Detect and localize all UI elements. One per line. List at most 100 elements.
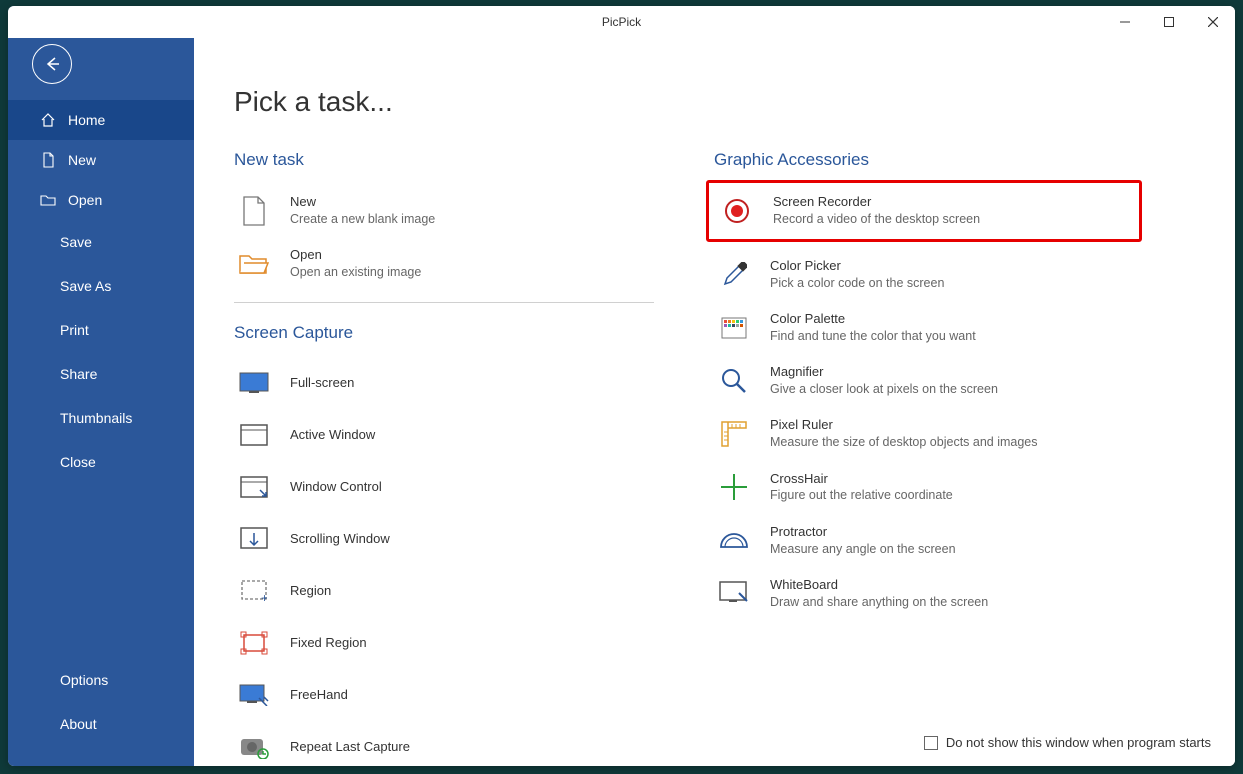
sidebar-item-share[interactable]: Share: [8, 352, 194, 396]
task-label: Full-screen: [290, 375, 354, 390]
sidebar-item-close[interactable]: Close: [8, 440, 194, 484]
open-folder-icon: [238, 248, 270, 280]
sidebar-item-about[interactable]: About: [8, 702, 194, 746]
magnifier-icon: [718, 365, 750, 397]
task-label: WhiteBoard: [770, 577, 988, 594]
eyedropper-icon: [718, 259, 750, 291]
scrolling-window-icon: [238, 523, 270, 555]
task-crosshair[interactable]: CrossHair Figure out the relative coordi…: [714, 461, 1134, 514]
protractor-icon: [718, 524, 750, 556]
sidebar-item-save-as[interactable]: Save As: [8, 264, 194, 308]
task-sublabel: Give a closer look at pixels on the scre…: [770, 381, 998, 397]
checkbox-label: Do not show this window when program sta…: [946, 735, 1211, 750]
task-label: Region: [290, 583, 331, 598]
task-label: FreeHand: [290, 687, 348, 702]
checkbox-icon: [924, 736, 938, 750]
task-label: Window Control: [290, 479, 382, 494]
task-sublabel: Record a video of the desktop screen: [773, 211, 980, 227]
task-whiteboard[interactable]: WhiteBoard Draw and share anything on th…: [714, 567, 1134, 620]
task-region[interactable]: + Region: [234, 565, 654, 617]
page-title: Pick a task...: [234, 86, 1215, 118]
sidebar-item-label: Open: [68, 192, 102, 208]
sidebar-item-label: Home: [68, 112, 105, 128]
task-color-palette[interactable]: Color Palette Find and tune the color th…: [714, 301, 1134, 354]
sidebar: Home New Open Save Save As Print Share T…: [8, 6, 194, 766]
ruler-icon: [718, 418, 750, 450]
close-button[interactable]: [1191, 6, 1235, 38]
task-window-control[interactable]: Window Control: [234, 461, 654, 513]
task-freehand[interactable]: FreeHand: [234, 669, 654, 721]
region-icon: +: [238, 575, 270, 607]
record-icon: [721, 195, 753, 227]
task-active-window[interactable]: Active Window: [234, 409, 654, 461]
home-icon: [40, 112, 56, 128]
freehand-icon: [238, 679, 270, 711]
task-fixed-region[interactable]: Fixed Region: [234, 617, 654, 669]
sidebar-item-label: Save As: [60, 278, 111, 294]
task-label: Pixel Ruler: [770, 417, 1038, 434]
sidebar-item-label: About: [60, 716, 97, 732]
task-scrolling-window[interactable]: Scrolling Window: [234, 513, 654, 565]
task-label: Repeat Last Capture: [290, 739, 410, 754]
new-file-icon: [238, 195, 270, 227]
task-sublabel: Pick a color code on the screen: [770, 275, 944, 291]
arrow-left-icon: [43, 55, 61, 73]
section-title-graphic-accessories: Graphic Accessories: [714, 150, 1134, 170]
task-open[interactable]: Open Open an existing image: [234, 237, 654, 290]
window-control-icon: [238, 471, 270, 503]
minimize-button[interactable]: [1103, 6, 1147, 38]
task-label: Protractor: [770, 524, 956, 541]
svg-text:+: +: [261, 591, 267, 602]
task-magnifier[interactable]: Magnifier Give a closer look at pixels o…: [714, 354, 1134, 407]
task-label: Screen Recorder: [773, 194, 980, 211]
task-label: Active Window: [290, 427, 375, 442]
open-folder-icon: [40, 192, 56, 208]
whiteboard-icon: [718, 577, 750, 609]
task-new[interactable]: New Create a new blank image: [234, 184, 654, 237]
new-file-icon: [40, 152, 56, 168]
task-fullscreen[interactable]: Full-screen: [234, 357, 654, 409]
task-sublabel: Find and tune the color that you want: [770, 328, 976, 344]
task-protractor[interactable]: Protractor Measure any angle on the scre…: [714, 514, 1134, 567]
do-not-show-checkbox[interactable]: Do not show this window when program sta…: [924, 735, 1211, 750]
fixed-region-icon: [238, 627, 270, 659]
task-sublabel: Open an existing image: [290, 264, 421, 280]
palette-icon: [718, 312, 750, 344]
task-sublabel: Draw and share anything on the screen: [770, 594, 988, 610]
task-label: Scrolling Window: [290, 531, 390, 546]
fullscreen-icon: [238, 367, 270, 399]
task-label: Color Picker: [770, 258, 944, 275]
task-pixel-ruler[interactable]: Pixel Ruler Measure the size of desktop …: [714, 407, 1134, 460]
section-title-screen-capture: Screen Capture: [234, 323, 654, 343]
sidebar-item-thumbnails[interactable]: Thumbnails: [8, 396, 194, 440]
sidebar-item-label: Options: [60, 672, 108, 688]
sidebar-item-home[interactable]: Home: [8, 100, 194, 140]
task-repeat-last-capture[interactable]: Repeat Last Capture: [234, 721, 654, 766]
task-label: Color Palette: [770, 311, 976, 328]
sidebar-item-print[interactable]: Print: [8, 308, 194, 352]
task-color-picker[interactable]: Color Picker Pick a color code on the sc…: [714, 248, 1134, 301]
sidebar-item-new[interactable]: New: [8, 140, 194, 180]
sidebar-item-save[interactable]: Save: [8, 220, 194, 264]
sidebar-item-label: Thumbnails: [60, 410, 132, 426]
maximize-button[interactable]: [1147, 6, 1191, 38]
window-title: PicPick: [602, 15, 641, 29]
task-sublabel: Measure any angle on the screen: [770, 541, 956, 557]
sidebar-item-options[interactable]: Options: [8, 658, 194, 702]
active-window-icon: [238, 419, 270, 451]
task-screen-recorder[interactable]: Screen Recorder Record a video of the de…: [717, 189, 1131, 233]
section-title-new-task: New task: [234, 150, 654, 170]
crosshair-icon: [718, 471, 750, 503]
task-sublabel: Measure the size of desktop objects and …: [770, 434, 1038, 450]
sidebar-item-open[interactable]: Open: [8, 180, 194, 220]
sidebar-item-label: Share: [60, 366, 97, 382]
task-label: New: [290, 194, 435, 211]
back-button[interactable]: [32, 44, 72, 84]
task-label: Open: [290, 247, 421, 264]
main-content: Pick a task... New task New Create a new…: [194, 6, 1235, 766]
task-sublabel: Create a new blank image: [290, 211, 435, 227]
sidebar-item-label: Print: [60, 322, 89, 338]
sidebar-item-label: Close: [60, 454, 96, 470]
title-bar: PicPick: [8, 6, 1235, 38]
sidebar-item-label: Save: [60, 234, 92, 250]
